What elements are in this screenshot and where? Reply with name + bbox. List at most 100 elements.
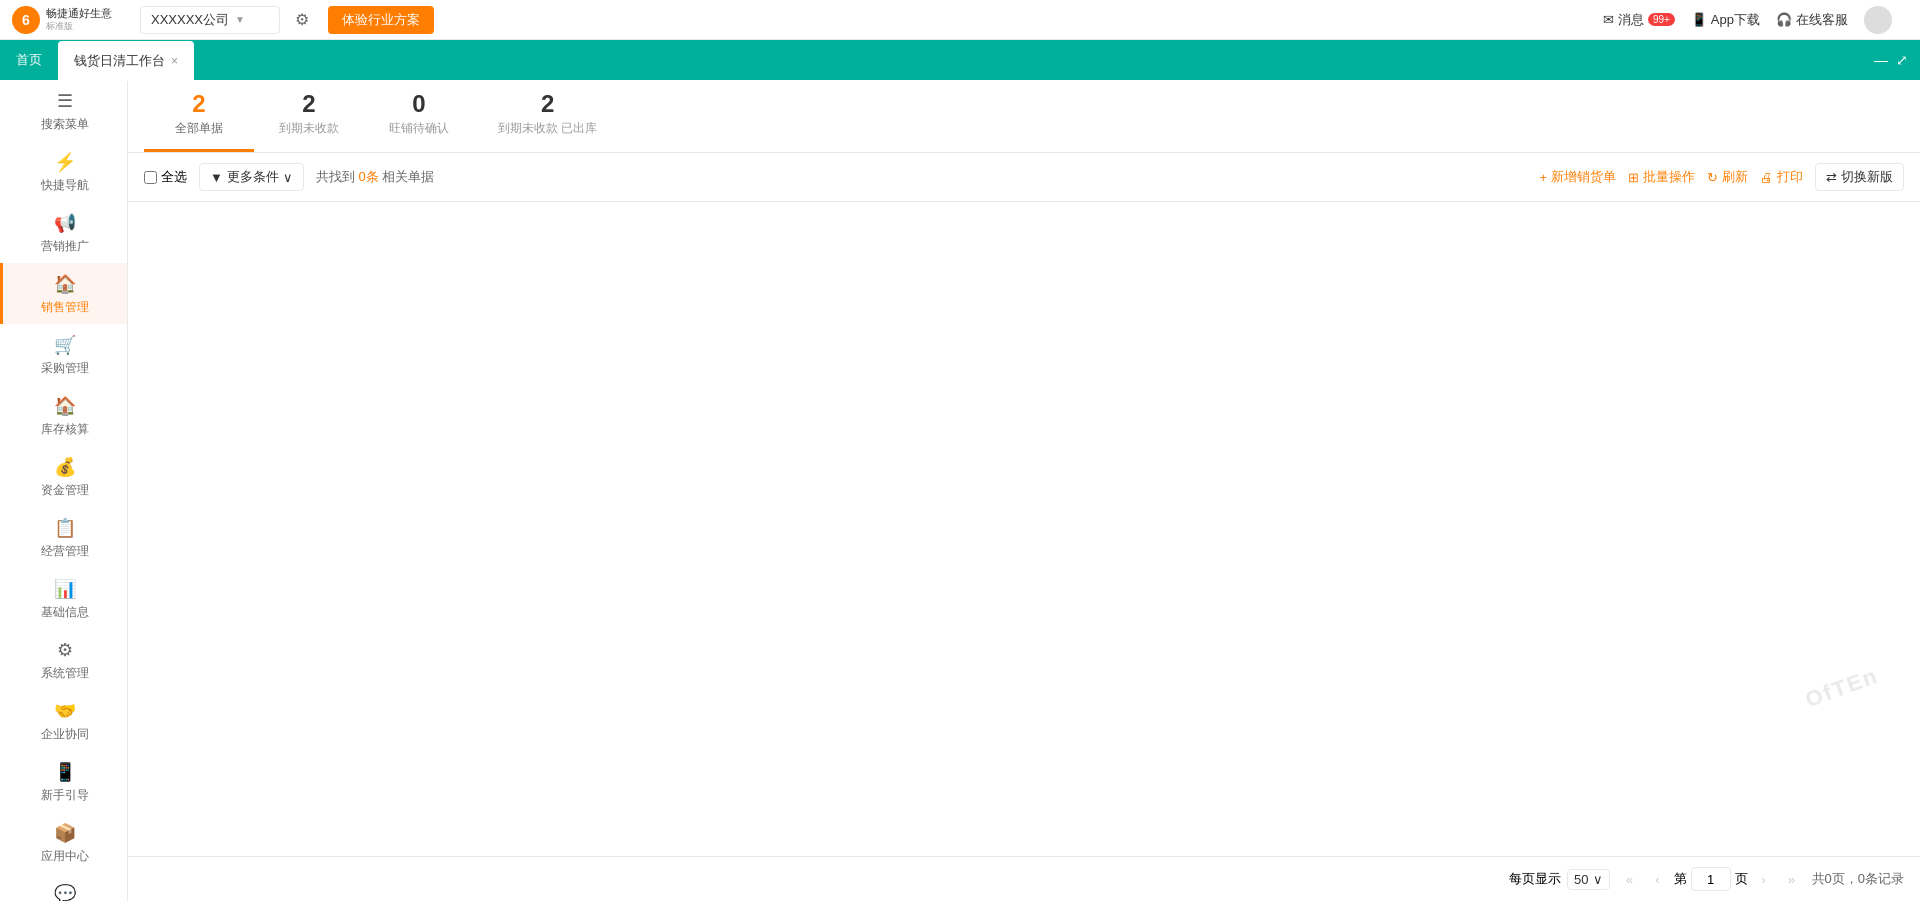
prev-page-button[interactable]: ‹ [1646,867,1670,891]
app-dl-icon: 📱 [1691,12,1707,27]
search-menu-icon: ☰ [57,90,73,112]
per-page-label: 每页显示 [1509,870,1561,888]
last-page-button[interactable]: » [1780,867,1804,891]
tab-active[interactable]: 钱货日清工作台 × [58,41,194,81]
sidebar-item-app-center[interactable]: 📦 应用中心 [0,812,127,873]
first-page-button[interactable]: « [1618,867,1642,891]
online-cs-button[interactable]: 🎧 在线客服 [1776,11,1848,29]
per-page-arrow: ∨ [1593,872,1603,887]
next-page-button[interactable]: › [1752,867,1776,891]
refresh-label: 刷新 [1722,168,1748,186]
content-area: 2 全部单据 2 到期未收款 0 旺铺待确认 2 到期未收款 已出库 全选 [128,80,1920,901]
stat-num-out-overdue: 2 [541,92,554,116]
trial-button[interactable]: 体验行业方案 [328,6,434,34]
tab-expand-button[interactable]: ⤢ [1896,52,1908,68]
filter-icon: ▼ [210,170,223,185]
message-badge: 99+ [1648,13,1675,26]
sidebar-label-sales: 销售管理 [41,299,89,316]
stat-tab-all[interactable]: 2 全部单据 [144,80,254,152]
base-info-icon: 📊 [54,578,76,600]
print-icon: 🖨 [1760,170,1773,185]
company-selector[interactable]: XXXXXX公司 ▼ [140,6,280,34]
print-button[interactable]: 🖨 打印 [1760,168,1803,186]
tab-active-label: 钱货日清工作台 [74,52,165,70]
page-total: 共0页，0条记录 [1812,870,1904,888]
sidebar-item-finance[interactable]: 💰 资金管理 [0,446,127,507]
message-label: 消息 [1618,11,1644,29]
avatar[interactable] [1864,6,1892,34]
settings-button[interactable]: ⚙ [288,6,316,34]
sidebar-item-wechat[interactable]: 💬 企业微信 [0,873,127,901]
sidebar-item-operations[interactable]: 📋 经营管理 [0,507,127,568]
sidebar-item-enterprise[interactable]: 🤝 企业协同 [0,690,127,751]
sidebar-item-base-info[interactable]: 📊 基础信息 [0,568,127,629]
switch-label: 切换新版 [1841,168,1893,186]
sidebar-label-base-info: 基础信息 [41,604,89,621]
message-button[interactable]: ✉ 消息 99+ [1603,11,1675,29]
logo-area: 6 畅捷通好生意 标准版 [12,6,140,34]
tab-home[interactable]: 首页 [0,40,58,80]
refresh-button[interactable]: ↻ 刷新 [1707,168,1748,186]
sales-icon: 🏠 [54,273,76,295]
main-layout: ☰ 搜索菜单 ⚡ 快捷导航 📢 营销推广 🏠 销售管理 🛒 采购管理 🏠 库存核… [0,80,1920,901]
sidebar-label-inventory: 库存核算 [41,421,89,438]
stat-label-overdue: 到期未收款 [279,120,339,137]
enterprise-icon: 🤝 [54,700,76,722]
select-all-input[interactable] [144,171,157,184]
batch-icon: ⊞ [1628,170,1639,185]
filter-button[interactable]: ▼ 更多条件 ∨ [199,163,304,191]
sidebar: ☰ 搜索菜单 ⚡ 快捷导航 📢 营销推广 🏠 销售管理 🛒 采购管理 🏠 库存核… [0,80,128,901]
per-page-control: 每页显示 50 ∨ [1509,869,1609,890]
switch-version-button[interactable]: ⇄ 切换新版 [1815,163,1904,191]
top-right-area: ✉ 消息 99+ 📱 App下载 🎧 在线客服 [1603,6,1908,34]
new-guide-icon: 📱 [54,761,76,783]
stat-num-overdue: 2 [302,92,315,116]
message-icon: ✉ [1603,12,1614,27]
company-dropdown-arrow: ▼ [235,14,245,25]
app-center-icon: 📦 [54,822,76,844]
tab-close-button[interactable]: × [171,54,178,68]
logo-subtitle: 标准版 [46,20,112,33]
logo-icon: 6 [12,6,40,34]
batch-operation-button[interactable]: ⊞ 批量操作 [1628,168,1695,186]
add-sales-order-button[interactable]: + 新增销货单 [1539,168,1616,186]
tab-minimize-button[interactable]: — [1874,52,1888,68]
sidebar-label-finance: 资金管理 [41,482,89,499]
toolbar: 全选 ▼ 更多条件 ∨ 共找到 0条 相关单据 + 新增销货单 ⊞ 批量操作 [128,153,1920,202]
sidebar-label-enterprise: 企业协同 [41,726,89,743]
sidebar-item-new-guide[interactable]: 📱 新手引导 [0,751,127,812]
headset-icon: 🎧 [1776,12,1792,27]
page-input[interactable] [1691,867,1731,891]
app-download-button[interactable]: 📱 App下载 [1691,11,1760,29]
stat-num-pending: 0 [412,92,425,116]
sidebar-item-quick-nav[interactable]: ⚡ 快捷导航 [0,141,127,202]
inventory-icon: 🏠 [54,395,76,417]
sidebar-item-purchase[interactable]: 🛒 采购管理 [0,324,127,385]
sidebar-item-sales[interactable]: 🏠 销售管理 [0,263,127,324]
company-name: XXXXXX公司 [151,11,229,29]
page-label: 第 [1674,870,1687,888]
switch-icon: ⇄ [1826,170,1837,185]
toolbar-right: + 新增销货单 ⊞ 批量操作 ↻ 刷新 🖨 打印 ⇄ 切换新版 [1539,163,1904,191]
sidebar-label-purchase: 采购管理 [41,360,89,377]
sidebar-label-marketing: 营销推广 [41,238,89,255]
refresh-icon: ↻ [1707,170,1718,185]
sidebar-item-sys-mgmt[interactable]: ⚙ 系统管理 [0,629,127,690]
per-page-select[interactable]: 50 ∨ [1567,869,1609,890]
sidebar-item-search-menu[interactable]: ☰ 搜索菜单 [0,80,127,141]
stat-tab-overdue[interactable]: 2 到期未收款 [254,80,364,152]
select-all-checkbox[interactable]: 全选 [144,168,187,186]
finance-icon: 💰 [54,456,76,478]
found-count: 0条 [359,169,379,184]
sidebar-item-inventory[interactable]: 🏠 库存核算 [0,385,127,446]
stat-tab-out-overdue[interactable]: 2 到期未收款 已出库 [474,80,621,152]
sidebar-label-operations: 经营管理 [41,543,89,560]
filter-label: 更多条件 [227,168,279,186]
sidebar-item-marketing[interactable]: 📢 营销推广 [0,202,127,263]
per-page-value: 50 [1574,872,1588,887]
stat-tab-pending[interactable]: 0 旺铺待确认 [364,80,474,152]
stats-tabs: 2 全部单据 2 到期未收款 0 旺铺待确认 2 到期未收款 已出库 [128,80,1920,153]
stat-label-all: 全部单据 [175,120,223,137]
stat-num-all: 2 [192,92,205,116]
sidebar-label-quick-nav: 快捷导航 [41,177,89,194]
